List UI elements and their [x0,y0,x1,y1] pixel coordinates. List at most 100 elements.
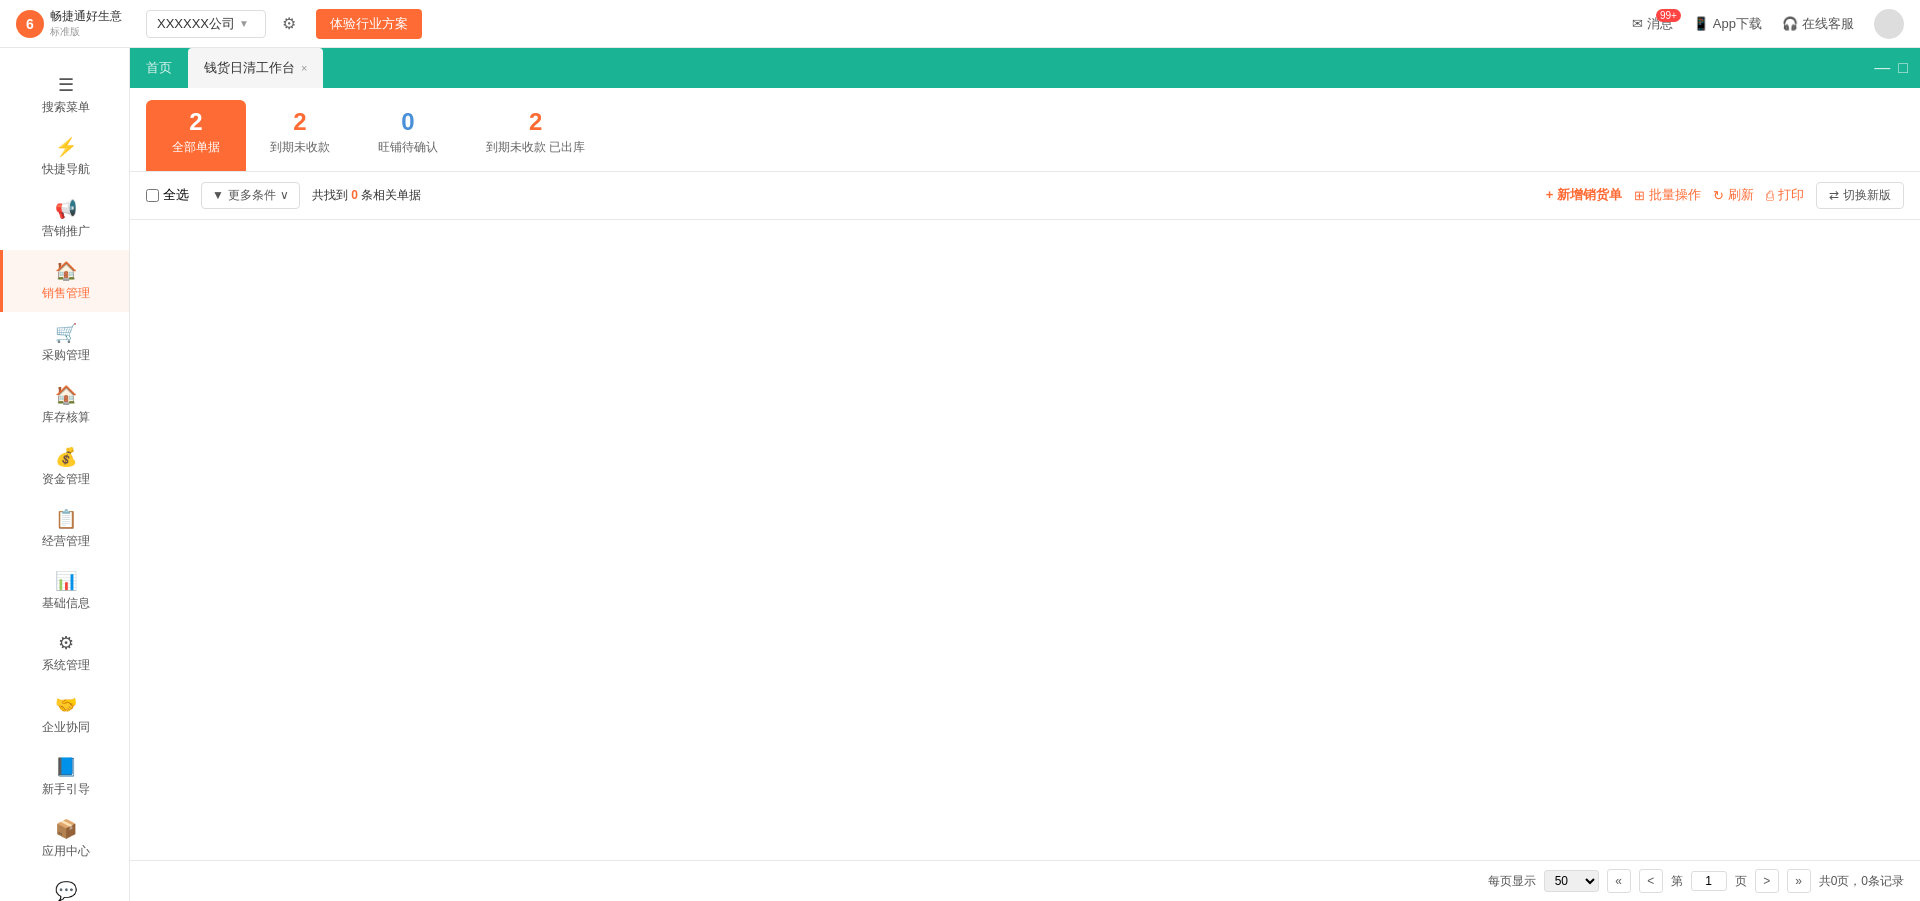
sidebar-icon-guide: 📘 [55,756,77,778]
sidebar-label-quick-nav: 快捷导航 [42,161,90,178]
select-all-input[interactable] [146,189,159,202]
tab-close-icon[interactable]: × [301,62,307,74]
refresh-button[interactable]: ↻ 刷新 [1713,186,1754,204]
sidebar-item-purchase-mgmt[interactable]: 🛒 采购管理 [0,312,129,374]
message-icon: ✉ [1632,16,1643,31]
online-service-label: 在线客服 [1802,15,1854,33]
per-page-select[interactable]: 50 100 200 [1544,870,1599,892]
logo-icon: 6 [16,10,44,38]
maximize-icon[interactable]: □ [1898,59,1908,77]
tab-active[interactable]: 钱货日清工作台 × [188,48,323,88]
sidebar-icon-operations: 📋 [55,508,77,530]
stat-tab-0[interactable]: 2 全部单据 [146,100,246,171]
next-page-button[interactable]: > [1755,869,1779,893]
main-content: 首页 钱货日清工作台 × — □ 2 全部单据 2 到期未收款 0 旺铺待确认 … [130,48,1920,901]
sidebar-item-base-info[interactable]: 📊 基础信息 [0,560,129,622]
sidebar-label-enterprise: 企业协同 [42,719,90,736]
content-area: 2 全部单据 2 到期未收款 0 旺铺待确认 2 到期未收款 已出库 全选 ▼ … [130,88,1920,901]
sidebar-icon-system-mgmt: ⚙ [58,632,74,654]
sidebar-label-purchase-mgmt: 采购管理 [42,347,90,364]
sidebar-icon-quick-nav: ⚡ [55,136,77,158]
sidebar-item-guide[interactable]: 📘 新手引导 [0,746,129,808]
table-area [130,220,1920,860]
print-button[interactable]: ⎙ 打印 [1766,186,1804,204]
sidebar-item-sales-mgmt[interactable]: 🏠 销售管理 [0,250,129,312]
stat-num-2: 0 [401,108,414,137]
first-page-button[interactable]: « [1607,869,1631,893]
select-all-checkbox[interactable]: 全选 [146,186,189,204]
sidebar-label-finance: 资金管理 [42,471,90,488]
batch-operation-button[interactable]: ⊞ 批量操作 [1634,186,1701,204]
sidebar-icon-wechat: 💬 [55,880,77,901]
message-badge: 99+ [1656,9,1681,22]
header-right: ✉ 消息 99+ 📱 App下载 🎧 在线客服 [1632,9,1904,39]
stat-label-3: 到期未收款 已出库 [486,139,585,156]
user-avatar[interactable] [1874,9,1904,39]
minimize-icon[interactable]: — [1874,59,1890,77]
add-sales-order-button[interactable]: + 新增销货单 [1546,186,1622,204]
sidebar-item-inventory[interactable]: 🏠 库存核算 [0,374,129,436]
page-label: 第 [1671,873,1683,890]
stat-num-0: 2 [189,108,202,137]
refresh-label: 刷新 [1728,186,1754,204]
experience-button[interactable]: 体验行业方案 [316,9,422,39]
pagination: 每页显示 50 100 200 « < 第 页 > » 共0页，0条记录 [130,860,1920,901]
switch-version-button[interactable]: ⇄ 切换新版 [1816,182,1904,209]
tab-home[interactable]: 首页 [130,48,188,88]
batch-label: 批量操作 [1649,186,1701,204]
app-download-button[interactable]: 📱 App下载 [1693,15,1762,33]
batch-icon: ⊞ [1634,188,1645,203]
sidebar-item-wechat[interactable]: 💬 企业微信 [0,870,129,901]
sidebar-label-inventory: 库存核算 [42,409,90,426]
stat-tab-3[interactable]: 2 到期未收款 已出库 [462,100,609,171]
sidebar-icon-purchase-mgmt: 🛒 [55,322,77,344]
message-button[interactable]: ✉ 消息 99+ [1632,15,1673,33]
gear-icon: ⚙ [282,14,296,33]
stat-num-1: 2 [293,108,306,137]
stat-tab-1[interactable]: 2 到期未收款 [246,100,354,171]
sidebar-label-marketing: 营销推广 [42,223,90,240]
sidebar-item-marketing[interactable]: 📢 营销推广 [0,188,129,250]
total-label: 共0页，0条记录 [1819,873,1904,890]
page-input[interactable] [1691,871,1727,891]
per-page-label: 每页显示 [1488,873,1536,890]
print-label: 打印 [1778,186,1804,204]
sidebar-item-search-menu[interactable]: ☰ 搜索菜单 [0,64,129,126]
add-sales-order-label: + 新增销货单 [1546,186,1622,204]
found-prefix: 共找到 [312,188,348,202]
sidebar-item-finance[interactable]: 💰 资金管理 [0,436,129,498]
found-count: 0 [351,188,358,202]
company-selector[interactable]: XXXXXX公司 ▼ [146,10,266,38]
sidebar-item-enterprise[interactable]: 🤝 企业协同 [0,684,129,746]
stat-label-2: 旺铺待确认 [378,139,438,156]
headset-icon: 🎧 [1782,16,1798,31]
prev-page-button[interactable]: < [1639,869,1663,893]
sidebar-icon-app-center: 📦 [55,818,77,840]
online-service-button[interactable]: 🎧 在线客服 [1782,15,1854,33]
gear-button[interactable]: ⚙ [274,9,304,39]
found-text: 共找到 0 条相关单据 [312,187,421,204]
sidebar-item-system-mgmt[interactable]: ⚙ 系统管理 [0,622,129,684]
stat-label-0: 全部单据 [172,139,220,156]
toolbar-right: + 新增销货单 ⊞ 批量操作 ↻ 刷新 ⎙ 打印 ⇄ [1546,182,1904,209]
stat-label-1: 到期未收款 [270,139,330,156]
last-page-button[interactable]: » [1787,869,1811,893]
sidebar-item-quick-nav[interactable]: ⚡ 快捷导航 [0,126,129,188]
sidebar-label-system-mgmt: 系统管理 [42,657,90,674]
refresh-icon: ↻ [1713,188,1724,203]
filter-button[interactable]: ▼ 更多条件 ∨ [201,182,300,209]
sidebar-item-app-center[interactable]: 📦 应用中心 [0,808,129,870]
logo-text: 畅捷通好生意 标准版 [50,9,122,38]
found-suffix: 条相关单据 [361,188,421,202]
download-icon: 📱 [1693,16,1709,31]
sidebar-item-operations[interactable]: 📋 经营管理 [0,498,129,560]
sidebar-label-operations: 经营管理 [42,533,90,550]
page-suffix: 页 [1735,873,1747,890]
switch-label: 切换新版 [1843,187,1891,204]
sidebar-icon-search-menu: ☰ [58,74,74,96]
filter-label: 更多条件 [228,187,276,204]
select-all-label: 全选 [163,186,189,204]
sidebar-icon-base-info: 📊 [55,570,77,592]
stat-tab-2[interactable]: 0 旺铺待确认 [354,100,462,171]
sidebar-label-search-menu: 搜索菜单 [42,99,90,116]
